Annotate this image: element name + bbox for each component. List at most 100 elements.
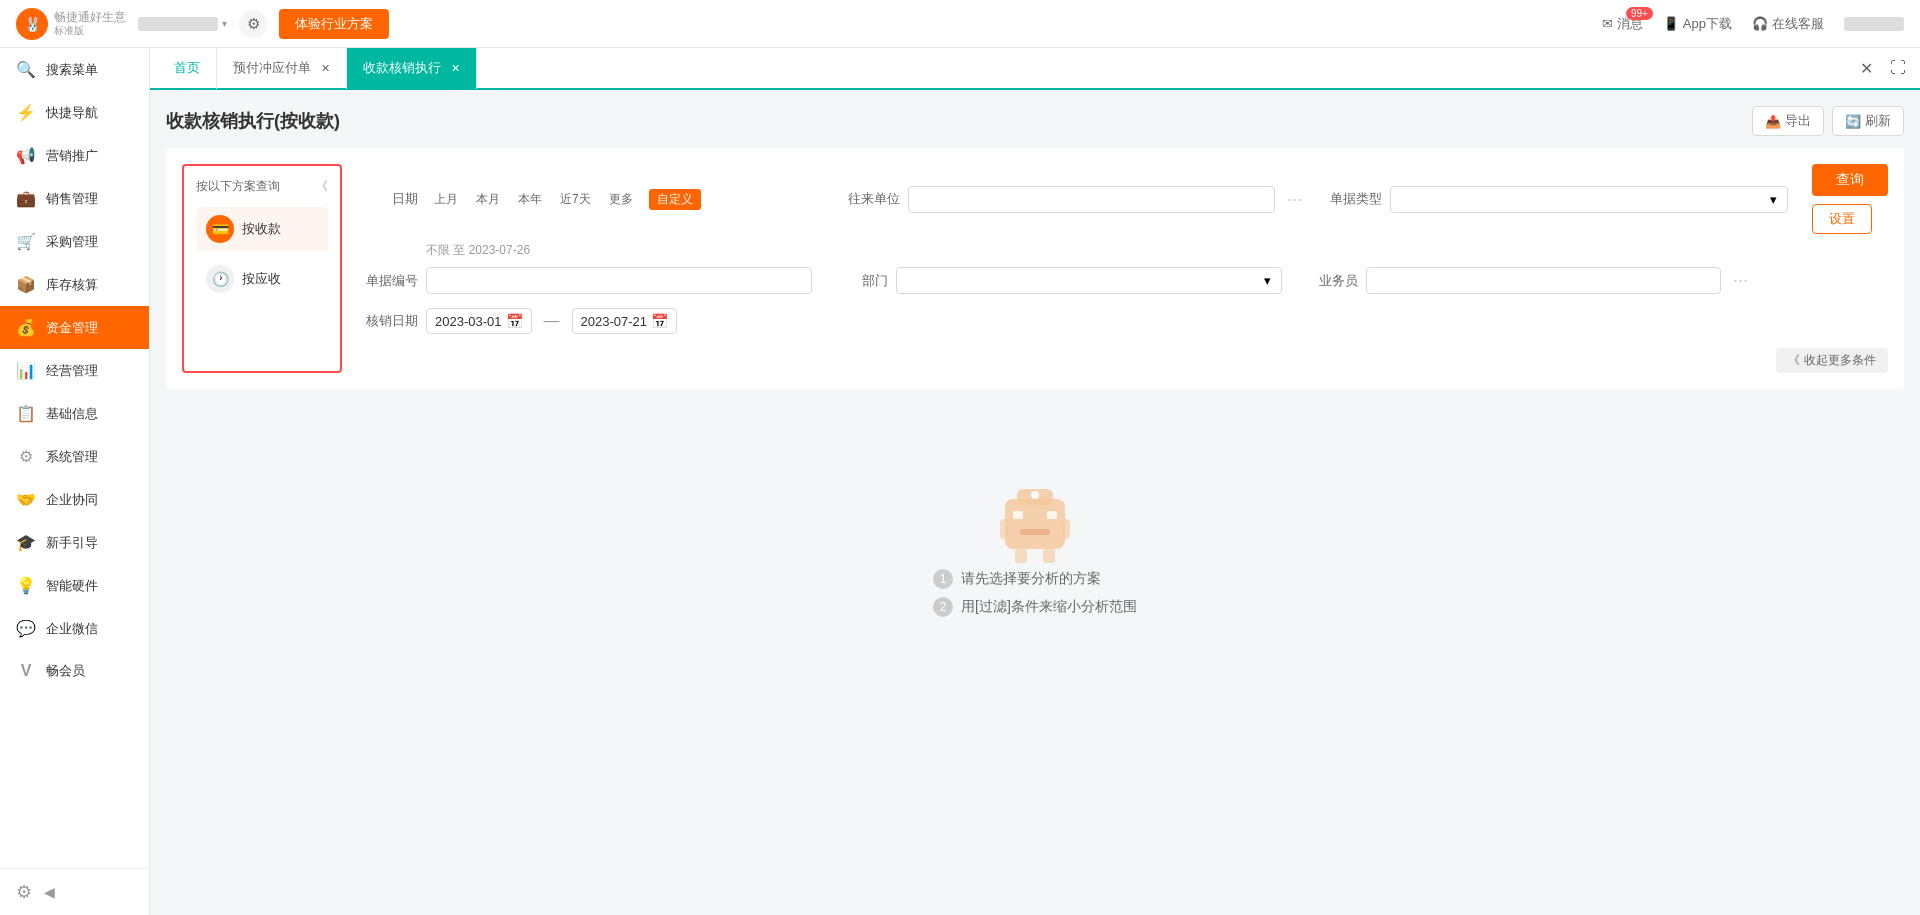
collapse-more-row: 《 收起更多条件 [358,348,1888,373]
account-selector[interactable]: ▾ [138,17,227,31]
export-icon: 📤 [1765,114,1781,129]
online-service-btn[interactable]: 🎧 在线客服 [1752,15,1824,33]
filter-row-3: 核销日期 2023-03-01 📅 — 2023-07-21 📅 [358,308,1888,334]
date-btn-this-month[interactable]: 本月 [468,189,508,210]
main-layout: 🔍 搜索菜单 ⚡ 快捷导航 📢 营销推广 💼 销售管理 🛒 采购管理 📦 库存核… [0,48,1920,915]
tab-close-prepay[interactable]: ✕ [321,62,330,75]
bill-no-input[interactable] [426,267,812,294]
tip-num-1: 1 [933,569,953,589]
search-icon: 🔍 [16,60,36,79]
bill-type-filter: 单据类型 ▾ [1322,186,1788,213]
tab-close-all-icon[interactable]: ✕ [1852,54,1880,82]
sidebar-item-enterprise-wechat[interactable]: 💬 企业微信 [0,607,149,650]
date-btn-last-month[interactable]: 上月 [426,189,466,210]
message-btn[interactable]: ✉ 消息 99+ [1602,15,1643,33]
collapse-more-btn[interactable]: 《 收起更多条件 [1776,348,1888,373]
date-group: 上月 本月 本年 近7天 更多 自定义 [426,189,824,210]
bill-type-select[interactable]: ▾ [1390,186,1788,213]
refresh-btn[interactable]: 🔄 刷新 [1832,106,1904,136]
verify-date-end-picker[interactable]: 2023-07-21 📅 [572,308,678,334]
sidebar-item-beginner[interactable]: 🎓 新手引导 [0,521,149,564]
svg-rect-4 [1047,511,1057,519]
date-no-limit-row: 不限 至 2023-07-26 [426,240,1888,259]
sidebar-item-purchase[interactable]: 🛒 采购管理 [0,220,149,263]
filter-row-2: 单据编号 部门 ▾ 业务员 [358,267,1888,294]
query-option-by-collection[interactable]: 💳 按收款 [196,207,328,251]
svg-rect-3 [1013,511,1023,519]
sidebar-collapse-icon[interactable]: ◀ [44,884,55,900]
basicinfo-icon: 📋 [16,404,36,423]
svg-rect-8 [1015,549,1027,563]
dept-chevron-icon: ▾ [1264,273,1271,288]
dept-select[interactable]: ▾ [896,267,1282,294]
sidebar-item-hardware[interactable]: 💡 智能硬件 [0,564,149,607]
bill-type-label: 单据类型 [1322,190,1382,208]
date-btn-more[interactable]: 更多 [601,189,641,210]
sales-icon: 💼 [16,189,36,208]
sidebar-item-enterprise-collab[interactable]: 🤝 企业协同 [0,478,149,521]
filter-row-1: 日期 上月 本月 本年 近7天 更多 自定义 [358,164,1888,234]
svg-rect-9 [1043,549,1055,563]
app-download-btn[interactable]: 📱 App下载 [1663,15,1732,33]
app-icon: 📱 [1663,16,1679,31]
empty-state: 1 请先选择要分析的方案 2 用[过滤]条件来缩小分析范围 [166,409,1904,677]
svg-rect-0 [1005,499,1065,549]
business-ellipsis-icon[interactable]: ··· [1729,270,1752,291]
sidebar-item-vip[interactable]: V 畅会员 [0,650,149,692]
query-option-by-receivable[interactable]: 🕐 按应收 [196,257,328,301]
business-label: 业务员 [1298,272,1358,290]
counterpart-ellipsis-icon[interactable]: ··· [1283,189,1306,210]
sidebar-gear-icon[interactable]: ⚙ [16,881,32,903]
operation-icon: 📊 [16,361,36,380]
counterpart-input[interactable] [908,186,1275,213]
verify-date-filter: 核销日期 2023-03-01 📅 — 2023-07-21 📅 [358,308,1888,334]
sidebar-bottom: ⚙ ◀ [0,868,149,915]
sidebar-item-operation[interactable]: 📊 经营管理 [0,349,149,392]
sidebar-item-quick-nav[interactable]: ⚡ 快捷导航 [0,91,149,134]
verify-date-start-picker[interactable]: 2023-03-01 📅 [426,308,532,334]
sidebar-item-system[interactable]: ⚙ 系统管理 [0,435,149,478]
system-icon: ⚙ [16,447,36,466]
industry-btn[interactable]: 体验行业方案 [279,9,389,39]
logo-icon: 🐰 [16,8,48,40]
sidebar-item-basic-info[interactable]: 📋 基础信息 [0,392,149,435]
sidebar-item-finance[interactable]: 💰 资金管理 [0,306,149,349]
sidebar-item-marketing[interactable]: 📢 营销推广 [0,134,149,177]
tab-expand-icon[interactable]: ⛶ [1884,54,1912,82]
dept-label: 部门 [828,272,888,290]
message-badge: 99+ [1626,7,1653,20]
tab-home[interactable]: 首页 [158,48,217,89]
service-icon: 🎧 [1752,16,1768,31]
verify-date-label: 核销日期 [358,312,418,330]
query-type-panel: 按以下方案查询 《 💳 按收款 🕐 按应收 [182,164,342,373]
tab-close-collection[interactable]: ✕ [451,62,460,75]
refresh-icon: 🔄 [1845,114,1861,129]
account-name [138,17,218,31]
panel-collapse-btn[interactable]: 《 [316,178,328,195]
query-btn[interactable]: 查询 [1812,164,1888,196]
business-input[interactable] [1366,267,1721,294]
counterpart-label: 往来单位 [840,190,900,208]
beginner-icon: 🎓 [16,533,36,552]
settings-icon[interactable]: ⚙ [239,10,267,38]
set-btn[interactable]: 设置 [1812,204,1872,234]
sidebar-item-sales[interactable]: 💼 销售管理 [0,177,149,220]
collapse-up-icon: 《 [1788,352,1800,369]
sidebar-item-inventory[interactable]: 📦 库存核算 [0,263,149,306]
purchase-icon: 🛒 [16,232,36,251]
svg-rect-5 [1020,529,1050,535]
sidebar-item-search[interactable]: 🔍 搜索菜单 [0,48,149,91]
tab-collection[interactable]: 收款核销执行 ✕ [347,48,477,89]
tab-prepay[interactable]: 预付冲应付单 ✕ [217,48,347,89]
tab-bar: 首页 预付冲应付单 ✕ 收款核销执行 ✕ ✕ ⛶ [150,48,1920,90]
business-filter: 业务员 ··· [1298,267,1752,294]
date-filter: 日期 上月 本月 本年 近7天 更多 自定义 [358,189,824,210]
date-custom-badge[interactable]: 自定义 [649,189,701,210]
vip-icon: V [16,662,36,680]
date-btn-7days[interactable]: 近7天 [552,189,599,210]
export-btn[interactable]: 📤 导出 [1752,106,1824,136]
topbar: 🐰 畅捷通好生意 标准版 ▾ ⚙ 体验行业方案 ✉ 消息 99+ 📱 App下载… [0,0,1920,48]
date-btn-this-year[interactable]: 本年 [510,189,550,210]
sidebar: 🔍 搜索菜单 ⚡ 快捷导航 📢 营销推广 💼 销售管理 🛒 采购管理 📦 库存核… [0,48,150,915]
wechat-icon: 💬 [16,619,36,638]
